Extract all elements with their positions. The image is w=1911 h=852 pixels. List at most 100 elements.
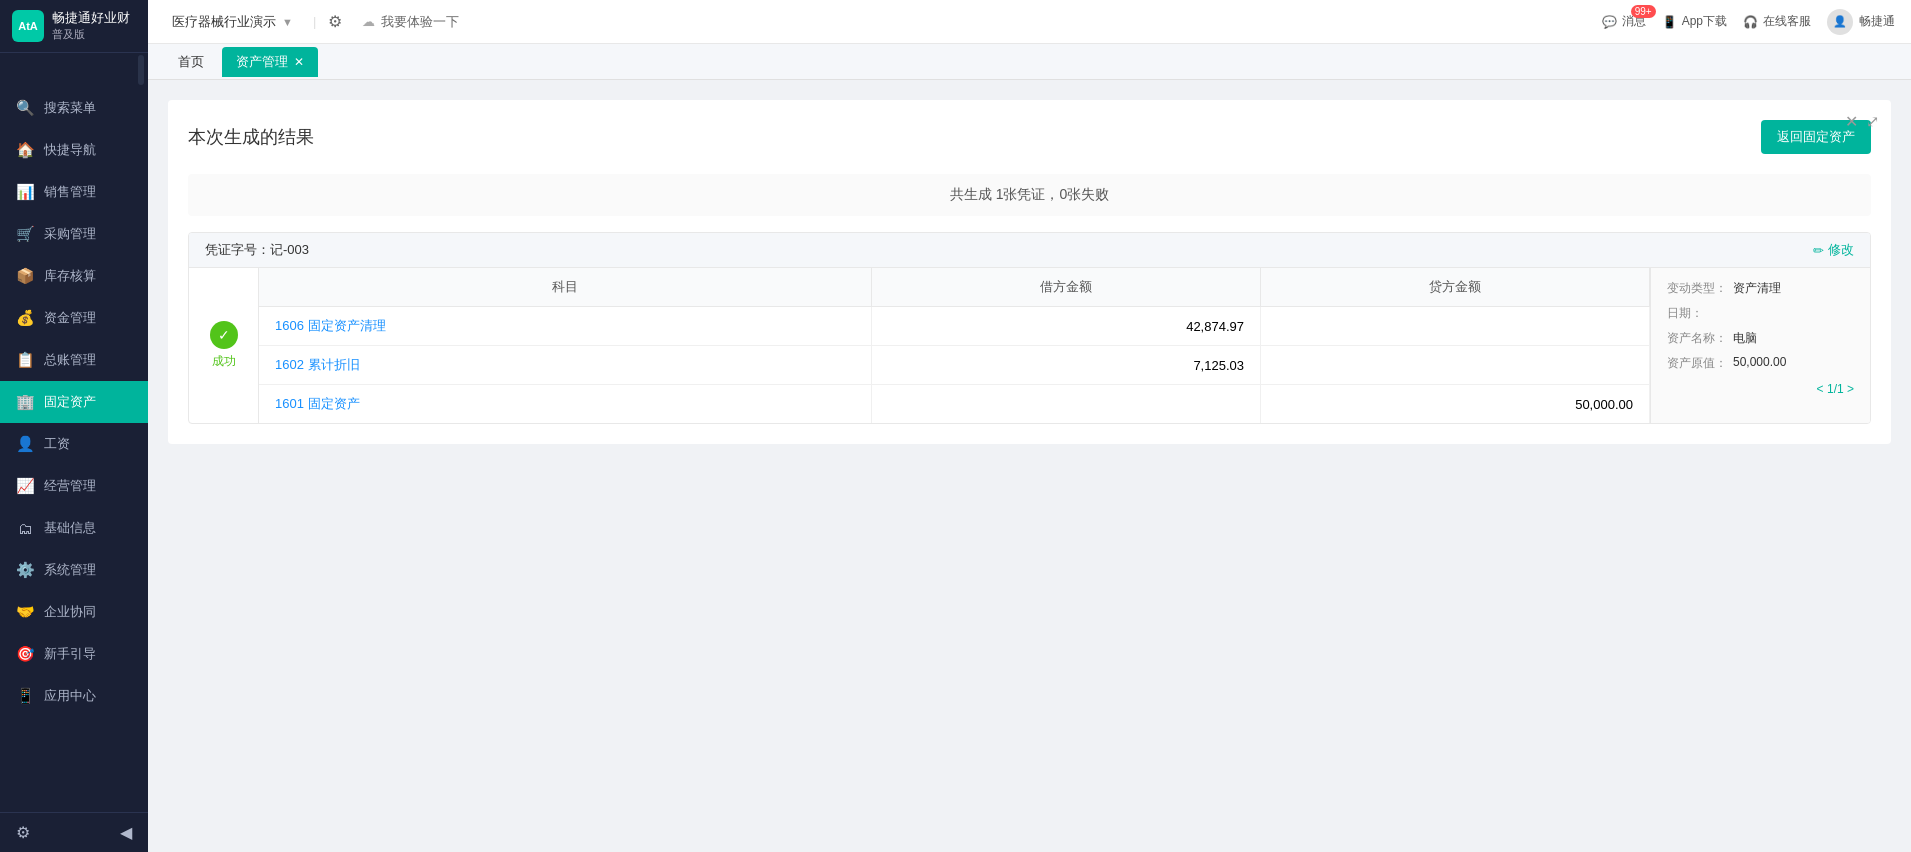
service-btn[interactable]: 🎧 在线客服 bbox=[1743, 13, 1811, 30]
tab-asset[interactable]: 资产管理 ✕ bbox=[222, 47, 318, 77]
funds-icon: 💰 bbox=[16, 309, 34, 327]
sidebar-item-guide[interactable]: 🎯 新手引导 bbox=[0, 633, 148, 675]
guide-icon: 🎯 bbox=[16, 645, 34, 663]
sidebar-item-inventory[interactable]: 📦 库存核算 bbox=[0, 255, 148, 297]
company-name: 医疗器械行业演示 bbox=[172, 13, 276, 31]
date-label: 日期： bbox=[1667, 305, 1703, 322]
expand-panel-btn[interactable]: ⤢ bbox=[1866, 112, 1879, 131]
credit-cell: 50,000.00 bbox=[1261, 385, 1650, 424]
app-download-label: App下载 bbox=[1682, 13, 1727, 30]
message-btn[interactable]: 💬 消息 99+ bbox=[1602, 13, 1646, 30]
voucher-table: 科目 借方金额 贷方金额 1606 固定资产清理 42,874.97 1602 … bbox=[259, 268, 1650, 423]
sidebar-item-funds[interactable]: 💰 资金管理 bbox=[0, 297, 148, 339]
sidebar-item-payroll[interactable]: 👤 工资 bbox=[0, 423, 148, 465]
prev-btn[interactable]: < bbox=[1817, 382, 1824, 396]
tab-home[interactable]: 首页 bbox=[164, 47, 218, 77]
table-row: 1602 累计折旧 7,125.03 bbox=[259, 346, 1650, 385]
status-text: 成功 bbox=[212, 353, 236, 370]
sidebar: AtA 畅捷通好业财 普及版 🔍 搜索菜单 🏠 快捷导航 📊 销售管理 🛒 采购… bbox=[0, 0, 148, 852]
page-title: 本次生成的结果 bbox=[188, 125, 314, 149]
result-header: 本次生成的结果 返回固定资产 bbox=[188, 120, 1871, 154]
sidebar-item-basicinfo[interactable]: 🗂 基础信息 bbox=[0, 507, 148, 549]
sidebar-item-purchase[interactable]: 🛒 采购管理 bbox=[0, 213, 148, 255]
quicknav-icon: 🏠 bbox=[16, 141, 34, 159]
message-icon: 💬 bbox=[1602, 15, 1617, 29]
user-area[interactable]: 👤 畅捷通 bbox=[1827, 9, 1895, 35]
logo-area: AtA 畅捷通好业财 普及版 bbox=[0, 0, 148, 53]
subject-cell: 1601 固定资产 bbox=[259, 385, 872, 424]
sidebar-item-appcenter[interactable]: 📱 应用中心 bbox=[0, 675, 148, 717]
payroll-icon: 👤 bbox=[16, 435, 34, 453]
table-row: 1606 固定资产清理 42,874.97 bbox=[259, 307, 1650, 346]
sidebar-item-operations[interactable]: 📈 经营管理 bbox=[0, 465, 148, 507]
voucher-main: ✓ 成功 科目 借方金额 贷方金额 bbox=[189, 268, 1870, 423]
settings-icon[interactable]: ⚙ bbox=[16, 823, 30, 842]
app-download-btn[interactable]: 📱 App下载 bbox=[1662, 13, 1727, 30]
sysmanage-label: 系统管理 bbox=[44, 561, 96, 579]
debit-cell bbox=[872, 385, 1261, 424]
result-summary: 共生成 1张凭证，0张失败 bbox=[188, 174, 1871, 216]
change-type-label: 变动类型： bbox=[1667, 280, 1727, 297]
next-btn[interactable]: > bbox=[1847, 382, 1854, 396]
sidebar-footer: ⚙ ◀ bbox=[0, 812, 148, 852]
enterprise-icon: 🤝 bbox=[16, 603, 34, 621]
credit-cell bbox=[1261, 346, 1650, 385]
collapse-icon[interactable]: ◀ bbox=[120, 823, 132, 842]
sidebar-scroll: 🔍 搜索菜单 🏠 快捷导航 📊 销售管理 🛒 采购管理 📦 库存核算 💰 资金管… bbox=[0, 87, 148, 812]
guide-label: 新手引导 bbox=[44, 645, 96, 663]
debit-cell: 42,874.97 bbox=[872, 307, 1261, 346]
quicknav-label: 快捷导航 bbox=[44, 141, 96, 159]
close-panel-btn[interactable]: ✕ bbox=[1845, 112, 1858, 131]
search-label: 搜索菜单 bbox=[44, 99, 96, 117]
panel-controls: ✕ ⤢ bbox=[1845, 112, 1879, 131]
sales-label: 销售管理 bbox=[44, 183, 96, 201]
voucher-number: 凭证字号：记-003 bbox=[205, 241, 309, 259]
voucher-header: 凭证字号：记-003 ✏ 修改 bbox=[189, 233, 1870, 268]
logo-sub: 普及版 bbox=[52, 27, 130, 42]
service-label: 在线客服 bbox=[1763, 13, 1811, 30]
sidebar-item-ledger[interactable]: 📋 总账管理 bbox=[0, 339, 148, 381]
operations-icon: 📈 bbox=[16, 477, 34, 495]
sidebar-item-search[interactable]: 🔍 搜索菜单 bbox=[0, 87, 148, 129]
dropdown-icon: ▼ bbox=[282, 16, 293, 28]
success-icon: ✓ bbox=[210, 321, 238, 349]
original-value-label: 资产原值： bbox=[1667, 355, 1727, 372]
message-badge: 99+ bbox=[1631, 5, 1656, 18]
logo-icon: AtA bbox=[12, 10, 44, 42]
logo-text: 畅捷通好业财 bbox=[52, 10, 130, 27]
inventory-icon: 📦 bbox=[16, 267, 34, 285]
username: 畅捷通 bbox=[1859, 13, 1895, 30]
appcenter-icon: 📱 bbox=[16, 687, 34, 705]
settings-icon[interactable]: ⚙ bbox=[328, 12, 342, 31]
tabbar: 首页 资产管理 ✕ bbox=[148, 44, 1911, 80]
avatar: 👤 bbox=[1827, 9, 1853, 35]
sidebar-item-sales[interactable]: 📊 销售管理 bbox=[0, 171, 148, 213]
sidebar-item-fixedasset[interactable]: 🏢 固定资产 bbox=[0, 381, 148, 423]
date-row: 日期： bbox=[1667, 305, 1854, 322]
fixedasset-label: 固定资产 bbox=[44, 393, 96, 411]
basicinfo-icon: 🗂 bbox=[16, 520, 34, 537]
col-credit: 贷方金额 bbox=[1261, 268, 1650, 307]
purchase-icon: 🛒 bbox=[16, 225, 34, 243]
debit-cell: 7,125.03 bbox=[872, 346, 1261, 385]
voucher-info-panel: 变动类型： 资产清理 日期： 资产名称： 电脑 资产原值： bbox=[1650, 268, 1870, 423]
purchase-label: 采购管理 bbox=[44, 225, 96, 243]
sales-icon: 📊 bbox=[16, 183, 34, 201]
company-selector[interactable]: 医疗器械行业演示 ▼ bbox=[164, 9, 301, 35]
subject-cell: 1602 累计折旧 bbox=[259, 346, 872, 385]
experience-btn[interactable]: ☁ 我要体验一下 bbox=[354, 9, 467, 35]
page-info: 1/1 bbox=[1827, 382, 1847, 396]
original-value-value: 50,000.00 bbox=[1733, 355, 1786, 372]
edit-button[interactable]: ✏ 修改 bbox=[1813, 241, 1854, 259]
enterprise-label: 企业协同 bbox=[44, 603, 96, 621]
tab-close-btn[interactable]: ✕ bbox=[294, 55, 304, 69]
sidebar-item-quicknav[interactable]: 🏠 快捷导航 bbox=[0, 129, 148, 171]
main-area: 医疗器械行业演示 ▼ | ⚙ ☁ 我要体验一下 💬 消息 99+ 📱 App下载… bbox=[148, 0, 1911, 852]
ledger-label: 总账管理 bbox=[44, 351, 96, 369]
sidebar-item-sysmanage[interactable]: ⚙️ 系统管理 bbox=[0, 549, 148, 591]
topbar-right: 💬 消息 99+ 📱 App下载 🎧 在线客服 👤 畅捷通 bbox=[1602, 9, 1895, 35]
appcenter-label: 应用中心 bbox=[44, 687, 96, 705]
change-type-value: 资产清理 bbox=[1733, 280, 1781, 297]
sidebar-item-enterprise[interactable]: 🤝 企业协同 bbox=[0, 591, 148, 633]
asset-name-value: 电脑 bbox=[1733, 330, 1757, 347]
